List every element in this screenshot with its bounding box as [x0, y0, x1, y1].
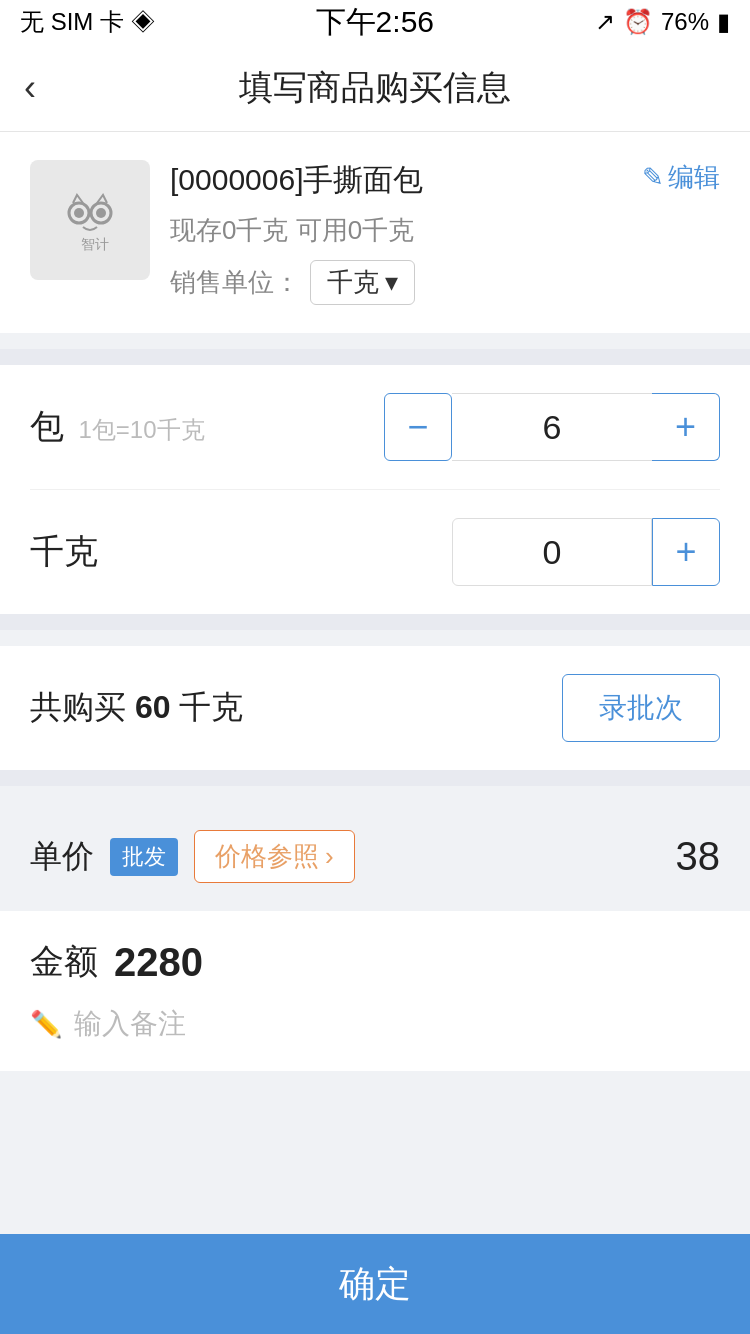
status-left: 无 SIM 卡 ◈	[20, 6, 155, 38]
total-text-group: 共购买 60 千克	[30, 686, 243, 730]
edit-icon: ✎	[642, 162, 664, 193]
price-label: 单价	[30, 835, 94, 879]
svg-point-3	[96, 208, 106, 218]
note-placeholder: 输入备注	[74, 1005, 186, 1043]
confirm-bar[interactable]: 确定	[0, 1234, 750, 1334]
kg-input-row: 千克 +	[30, 490, 720, 614]
amount-label: 金额	[30, 939, 98, 985]
bao-label: 包	[30, 407, 64, 445]
product-unit-row: 销售单位： 千克 ▾	[170, 260, 720, 305]
dropdown-icon: ▾	[385, 267, 398, 298]
bao-input-row: 包 1包=10千克 − +	[30, 365, 720, 490]
svg-point-2	[74, 208, 84, 218]
bao-hint: 1包=10千克	[78, 416, 204, 443]
svg-text:智计: 智计	[81, 236, 109, 251]
input-section: 包 1包=10千克 − + 千克 +	[0, 365, 750, 614]
bao-stepper: − +	[384, 393, 720, 461]
status-bar: 无 SIM 卡 ◈ 下午2:56 ↗ ⏰ 76% ▮	[0, 0, 750, 44]
alarm-icon: ⏰	[623, 8, 653, 36]
unit-select[interactable]: 千克 ▾	[310, 260, 415, 305]
edit-button[interactable]: ✎ 编辑	[642, 160, 720, 195]
product-name: [0000006]手撕面包	[170, 160, 642, 201]
amount-row: 金额 2280	[30, 939, 720, 985]
page-title: 填写商品购买信息	[239, 65, 511, 111]
nav-bar: ‹ 填写商品购买信息	[0, 44, 750, 132]
status-time: 下午2:56	[316, 2, 434, 43]
confirm-button[interactable]: 确定	[339, 1260, 411, 1309]
back-button[interactable]: ‹	[24, 67, 36, 109]
product-thumbnail: 智计	[30, 160, 150, 280]
bao-label-group: 包 1包=10千克	[30, 404, 205, 450]
price-section: 单价 批发 价格参照 › 38	[0, 802, 750, 911]
price-tag: 批发	[110, 838, 178, 876]
amount-value: 2280	[114, 940, 203, 985]
total-label: 共购买 60 千克	[30, 689, 243, 725]
batch-button[interactable]: 录批次	[562, 674, 720, 742]
price-left-group: 单价 批发 价格参照 ›	[30, 830, 355, 883]
note-row[interactable]: ✏️ 输入备注	[30, 1005, 720, 1043]
price-ref-button[interactable]: 价格参照 ›	[194, 830, 355, 883]
battery-level: 76%	[661, 8, 709, 36]
battery-icon: ▮	[717, 8, 730, 36]
status-right: ↗ ⏰ 76% ▮	[595, 8, 730, 36]
price-value: 38	[676, 834, 721, 879]
kg-label: 千克	[30, 529, 98, 575]
section-separator-3	[0, 770, 750, 786]
section-separator-1	[0, 349, 750, 365]
product-stock: 现存0千克 可用0千克	[170, 213, 720, 248]
bao-increment-button[interactable]: +	[652, 393, 720, 461]
kg-input[interactable]	[452, 518, 652, 586]
total-section: 共购买 60 千克 录批次	[0, 646, 750, 770]
kg-stepper: +	[452, 518, 720, 586]
bao-input[interactable]	[452, 393, 652, 461]
bao-decrement-button[interactable]: −	[384, 393, 452, 461]
location-icon: ↗	[595, 8, 615, 36]
note-icon: ✏️	[30, 1009, 62, 1040]
product-logo: 智计	[55, 181, 125, 260]
product-info: [0000006]手撕面包 ✎ 编辑 现存0千克 可用0千克 销售单位： 千克 …	[170, 160, 720, 305]
amount-section: 金额 2280 ✏️ 输入备注	[0, 911, 750, 1071]
product-card: 智计 [0000006]手撕面包 ✎ 编辑 现存0千克 可用0千克 销售单位： …	[0, 132, 750, 333]
kg-increment-button[interactable]: +	[652, 518, 720, 586]
section-separator-2	[0, 614, 750, 630]
chevron-icon: ›	[325, 841, 334, 872]
total-amount: 60	[135, 689, 171, 725]
